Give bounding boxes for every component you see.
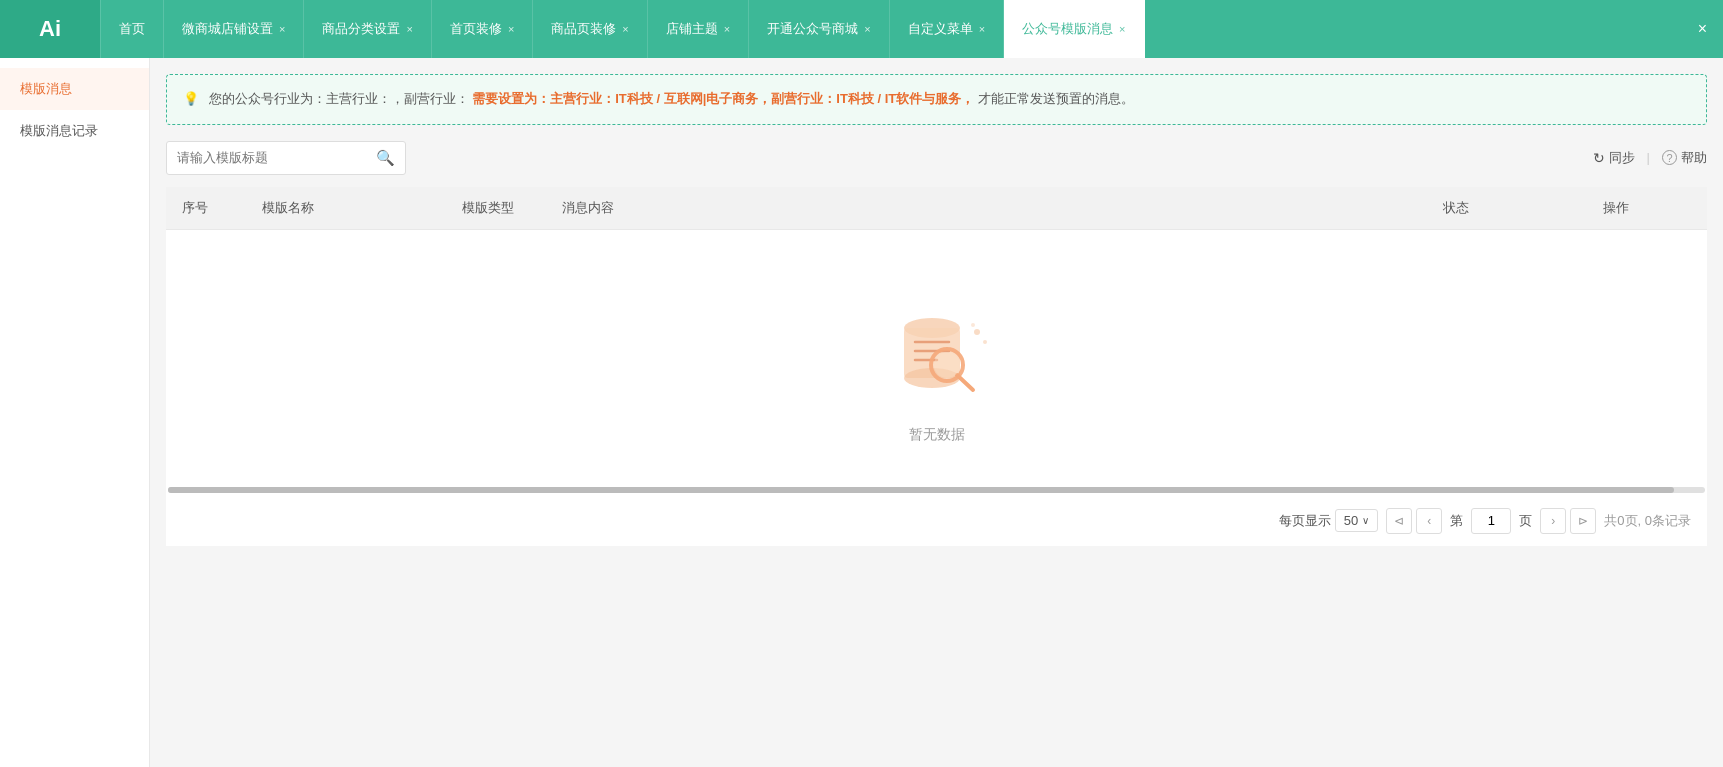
nav-tab-product-decor[interactable]: 商品页装修 × bbox=[533, 0, 647, 58]
nav-tab-micro-shop[interactable]: 微商城店铺设置 × bbox=[164, 0, 304, 58]
close-tab-category[interactable]: × bbox=[406, 23, 412, 35]
svg-point-10 bbox=[983, 340, 987, 344]
search-icon[interactable]: 🔍 bbox=[376, 149, 395, 167]
page-size-select: 每页显示 50 ∨ bbox=[1279, 509, 1378, 532]
svg-point-11 bbox=[971, 323, 975, 327]
close-tab-template-msg[interactable]: × bbox=[1119, 23, 1125, 35]
empty-text: 暂无数据 bbox=[909, 426, 965, 444]
col-header-action: 操作 bbox=[1587, 187, 1707, 230]
main-layout: 模版消息 模版消息记录 💡 您的公众号行业为：主营行业：，副营行业： 需要设置为… bbox=[0, 58, 1723, 767]
data-table: 序号 模版名称 模版类型 消息内容 状态 操作 bbox=[166, 187, 1707, 230]
nav-tab-custom-menu[interactable]: 自定义菜单 × bbox=[890, 0, 1004, 58]
next-page-button[interactable]: › bbox=[1540, 508, 1566, 534]
search-input[interactable] bbox=[177, 150, 376, 165]
chevron-down-icon: ∨ bbox=[1362, 515, 1369, 526]
svg-point-9 bbox=[974, 329, 980, 335]
col-header-status: 状态 bbox=[1427, 187, 1587, 230]
close-tab-shop-theme[interactable]: × bbox=[724, 23, 730, 35]
close-tab-open-shop[interactable]: × bbox=[864, 23, 870, 35]
page-nav: ⊲ ‹ 第 页 › ⊳ bbox=[1386, 508, 1596, 534]
sidebar-item-template-message[interactable]: 模版消息 bbox=[0, 68, 149, 110]
nav-tab-open-shop[interactable]: 开通公众号商城 × bbox=[749, 0, 889, 58]
search-bar: 🔍 ↻ 同步 | ? 帮助 bbox=[166, 141, 1707, 175]
nav-tabs: 首页 微商城店铺设置 × 商品分类设置 × 首页装修 × 商品页装修 × 店铺主… bbox=[100, 0, 1682, 58]
close-tab-product-decor[interactable]: × bbox=[622, 23, 628, 35]
close-tab-custom-menu[interactable]: × bbox=[979, 23, 985, 35]
table-container: 序号 模版名称 模版类型 消息内容 状态 操作 bbox=[166, 187, 1707, 546]
top-navbar: Ai 首页 微商城店铺设置 × 商品分类设置 × 首页装修 × 商品页装修 × … bbox=[0, 0, 1723, 58]
scrollbar-track[interactable] bbox=[168, 487, 1705, 493]
search-input-wrap[interactable]: 🔍 bbox=[166, 141, 406, 175]
close-all-tabs[interactable]: × bbox=[1682, 20, 1723, 38]
toolbar-right: ↻ 同步 | ? 帮助 bbox=[1593, 149, 1707, 167]
nav-tab-template-msg[interactable]: 公众号模版消息 × bbox=[1004, 0, 1144, 58]
toolbar-divider: | bbox=[1647, 150, 1650, 165]
page-size-dropdown[interactable]: 50 ∨ bbox=[1335, 509, 1378, 532]
nav-tab-category[interactable]: 商品分类设置 × bbox=[304, 0, 431, 58]
empty-illustration bbox=[877, 290, 997, 410]
content-area: 💡 您的公众号行业为：主营行业：，副营行业： 需要设置为：主营行业：IT科技 /… bbox=[150, 58, 1723, 767]
notice-box: 💡 您的公众号行业为：主营行业：，副营行业： 需要设置为：主营行业：IT科技 /… bbox=[166, 74, 1707, 125]
page-total: 共0页, 0条记录 bbox=[1604, 512, 1691, 530]
col-header-seq: 序号 bbox=[166, 187, 246, 230]
help-button[interactable]: ? 帮助 bbox=[1662, 149, 1707, 167]
nav-tab-home-decor[interactable]: 首页装修 × bbox=[432, 0, 533, 58]
sync-icon: ↻ bbox=[1593, 150, 1605, 166]
app-logo: Ai bbox=[0, 0, 100, 58]
first-page-button[interactable]: ⊲ bbox=[1386, 508, 1412, 534]
nav-tab-home[interactable]: 首页 bbox=[100, 0, 164, 58]
scrollbar-thumb[interactable] bbox=[168, 487, 1674, 493]
close-tab-micro-shop[interactable]: × bbox=[279, 23, 285, 35]
nav-tab-shop-theme[interactable]: 店铺主题 × bbox=[648, 0, 749, 58]
sidebar-item-template-record[interactable]: 模版消息记录 bbox=[0, 110, 149, 152]
last-page-button[interactable]: ⊳ bbox=[1570, 508, 1596, 534]
col-header-content: 消息内容 bbox=[546, 187, 1427, 230]
pagination: 每页显示 50 ∨ ⊲ ‹ 第 页 › ⊳ 共0页, 0条记录 bbox=[166, 496, 1707, 546]
notice-icon: 💡 bbox=[183, 91, 199, 106]
sidebar: 模版消息 模版消息记录 bbox=[0, 58, 150, 767]
col-header-type: 模版类型 bbox=[446, 187, 546, 230]
close-tab-home-decor[interactable]: × bbox=[508, 23, 514, 35]
sync-button[interactable]: ↻ 同步 bbox=[1593, 149, 1635, 167]
empty-state: 暂无数据 bbox=[166, 230, 1707, 484]
help-icon: ? bbox=[1662, 150, 1677, 165]
prev-page-button[interactable]: ‹ bbox=[1416, 508, 1442, 534]
table-header-row: 序号 模版名称 模版类型 消息内容 状态 操作 bbox=[166, 187, 1707, 230]
scrollbar-row[interactable] bbox=[166, 484, 1707, 496]
page-number-input[interactable] bbox=[1471, 508, 1511, 534]
empty-svg bbox=[877, 290, 997, 410]
svg-point-8 bbox=[934, 352, 960, 378]
col-header-name: 模版名称 bbox=[246, 187, 446, 230]
